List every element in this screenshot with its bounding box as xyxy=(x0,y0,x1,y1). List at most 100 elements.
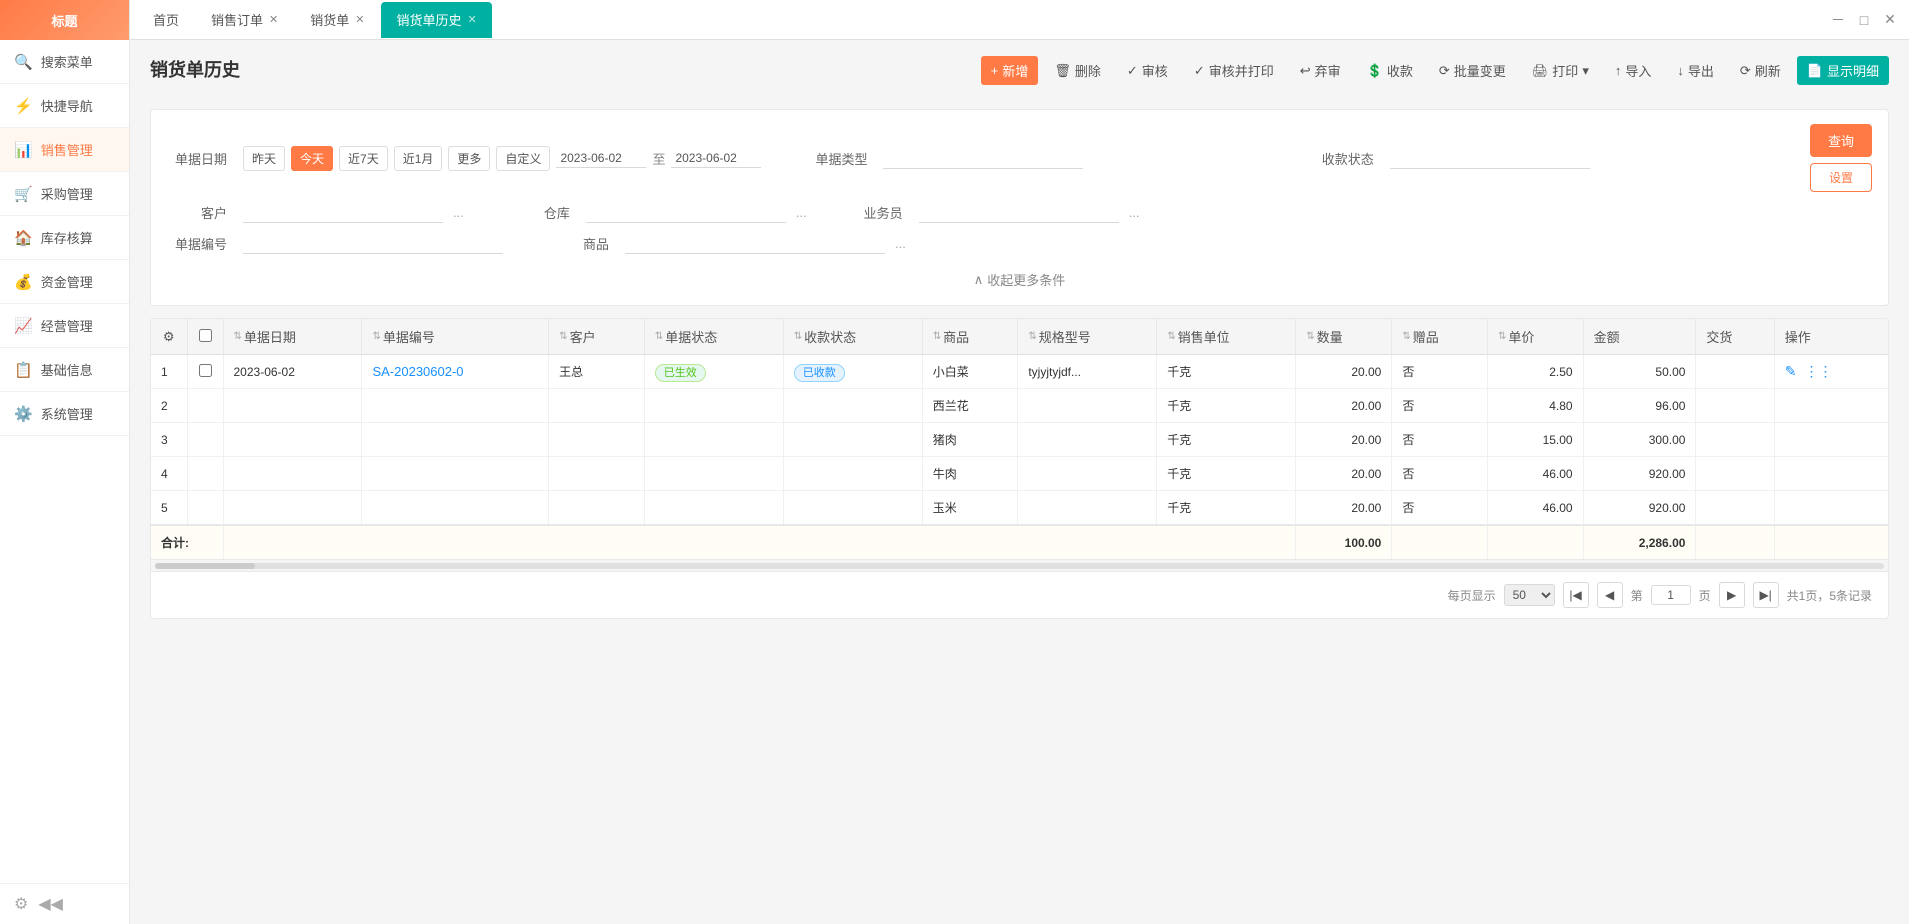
salesman-dots[interactable]: ... xyxy=(1129,205,1140,220)
tab-sales-order[interactable]: 销售订单 ✕ xyxy=(196,2,293,38)
checkbox-cell[interactable] xyxy=(187,491,223,526)
date-more-btn[interactable]: 更多 xyxy=(448,146,490,171)
collapse-icon[interactable]: ◀◀ xyxy=(38,894,63,914)
goods-input[interactable] xyxy=(625,233,885,254)
print-button[interactable]: 🖨 打印 ▾ xyxy=(1522,56,1599,85)
scrollbar-thumb[interactable] xyxy=(155,563,255,569)
trend-icon: 📈 xyxy=(14,317,33,335)
customer-cell xyxy=(549,457,645,491)
col-quantity[interactable]: ⇅ 数量 xyxy=(1296,319,1392,355)
sidebar-item-operation-mgmt[interactable]: 📈 经营管理 xyxy=(0,304,129,348)
sidebar-item-system-mgmt[interactable]: ⚙️ 系统管理 xyxy=(0,392,129,436)
tab-home[interactable]: 首页 xyxy=(138,2,194,38)
collect-button[interactable]: 💲 收款 xyxy=(1357,56,1423,85)
audit-print-button[interactable]: ✓ 审核并打印 xyxy=(1184,56,1284,85)
tab-sales-history[interactable]: 销货单历史 ✕ xyxy=(381,2,491,38)
filter-collapse-btn[interactable]: ∧ 收起更多条件 xyxy=(167,264,1872,291)
batch-change-button[interactable]: ⟳ 批量变更 xyxy=(1429,56,1516,85)
sort-icon: ⇅ xyxy=(1498,331,1506,342)
export-button[interactable]: ↓ 导出 xyxy=(1667,56,1724,85)
page-prev-btn[interactable]: ◀ xyxy=(1597,582,1623,608)
checkbox-cell[interactable] xyxy=(187,389,223,423)
more-icon[interactable]: ⋮⋮ xyxy=(1804,363,1832,380)
row-checkbox[interactable] xyxy=(199,364,212,377)
tab-close-btn[interactable]: ✕ xyxy=(1879,9,1901,31)
col-customer[interactable]: ⇅ 客户 xyxy=(549,319,645,355)
doc-type-control xyxy=(883,148,1277,169)
audit-button[interactable]: ✓ 审核 xyxy=(1117,56,1178,85)
date-1month-btn[interactable]: 近1月 xyxy=(394,146,443,171)
sidebar-item-sales-mgmt[interactable]: 📊 销售管理 xyxy=(0,128,129,172)
col-doc-num[interactable]: ⇅ 单据编号 xyxy=(362,319,549,355)
sale-unit-cell: 千克 xyxy=(1157,423,1296,457)
salesman-input[interactable] xyxy=(919,202,1119,223)
col-checkbox[interactable] xyxy=(187,319,223,355)
date-today-btn[interactable]: 今天 xyxy=(291,146,333,171)
date-yesterday-btn[interactable]: 昨天 xyxy=(243,146,285,171)
sidebar-item-quick-nav[interactable]: ⚡ 快捷导航 xyxy=(0,84,129,128)
set-button[interactable]: 设置 xyxy=(1810,163,1872,192)
sidebar-item-inventory-calc[interactable]: 🏠 库存核算 xyxy=(0,216,129,260)
doc-num-input[interactable] xyxy=(243,233,503,254)
doc-num-cell[interactable] xyxy=(362,423,549,457)
sidebar-item-search-menu[interactable]: 🔍 搜索菜单 xyxy=(0,40,129,84)
page-last-btn[interactable]: ▶| xyxy=(1753,582,1779,608)
warehouse-input[interactable] xyxy=(586,202,786,223)
checkbox-cell[interactable] xyxy=(187,423,223,457)
customer-input[interactable] xyxy=(243,202,443,223)
date-to-input[interactable] xyxy=(671,149,761,168)
col-doc-date[interactable]: ⇅ 单据日期 xyxy=(223,319,362,355)
sidebar-item-purchase-mgmt[interactable]: 🛒 采购管理 xyxy=(0,172,129,216)
col-sale-unit[interactable]: ⇅ 销售单位 xyxy=(1157,319,1296,355)
customer-dots[interactable]: ... xyxy=(453,205,464,220)
abandon-button[interactable]: ↩ 弃审 xyxy=(1290,56,1351,85)
date-from-input[interactable] xyxy=(556,149,646,168)
checkbox-cell[interactable] xyxy=(187,457,223,491)
checkbox-cell[interactable] xyxy=(187,355,223,389)
col-collect-status[interactable]: ⇅ 收款状态 xyxy=(783,319,922,355)
doc-num-link[interactable]: SA-20230602-0 xyxy=(372,364,463,379)
new-button[interactable]: + 新增 xyxy=(981,56,1039,85)
doc-num-cell[interactable]: SA-20230602-0 xyxy=(362,355,549,389)
sidebar-item-finance-mgmt[interactable]: 💰 资金管理 xyxy=(0,260,129,304)
query-button[interactable]: 查询 xyxy=(1810,124,1872,157)
collect-status-select[interactable] xyxy=(1390,148,1590,169)
sidebar-item-basic-info[interactable]: 📋 基础信息 xyxy=(0,348,129,392)
tab-close-sales-order[interactable]: ✕ xyxy=(269,13,278,26)
page-next-btn[interactable]: ▶ xyxy=(1719,582,1745,608)
col-spec-type[interactable]: ⇅ 规格型号 xyxy=(1018,319,1157,355)
doc-num-cell[interactable] xyxy=(362,491,549,526)
import-button[interactable]: ↑ 导入 xyxy=(1605,56,1662,85)
delete-button[interactable]: 🗑 删除 xyxy=(1044,56,1111,85)
doc-type-select[interactable] xyxy=(883,148,1083,169)
display-detail-button[interactable]: 📄 显示明细 xyxy=(1797,56,1889,85)
horizontal-scrollbar[interactable] xyxy=(151,559,1888,571)
goods-dots[interactable]: ... xyxy=(895,236,906,251)
select-all-checkbox[interactable] xyxy=(199,329,212,342)
settings-bottom-icon[interactable]: ⚙ xyxy=(14,894,28,914)
total-pages-text: 共1页，5条记录 xyxy=(1787,587,1872,604)
col-doc-status[interactable]: ⇅ 单据状态 xyxy=(644,319,783,355)
page-input[interactable] xyxy=(1651,585,1691,605)
col-goods[interactable]: ⇅ 商品 xyxy=(922,319,1018,355)
date-7days-btn[interactable]: 近7天 xyxy=(339,146,388,171)
unit-price-cell: 2.50 xyxy=(1487,355,1583,389)
tab-close-sales-delivery[interactable]: ✕ xyxy=(355,13,364,26)
table-settings-icon[interactable]: ⚙ xyxy=(163,329,175,344)
date-custom-btn[interactable]: 自定义 xyxy=(496,146,550,171)
tab-maximize-btn[interactable]: □ xyxy=(1853,9,1875,31)
col-gift[interactable]: ⇅ 赠品 xyxy=(1392,319,1488,355)
tab-minimize-btn[interactable]: － xyxy=(1827,9,1849,31)
edit-icon[interactable]: ✎ xyxy=(1785,363,1797,380)
col-settings[interactable]: ⚙ xyxy=(151,319,187,355)
goods-cell: 牛肉 xyxy=(922,457,1018,491)
tab-sales-delivery[interactable]: 销货单 ✕ xyxy=(295,2,379,38)
doc-num-cell[interactable] xyxy=(362,457,549,491)
page-first-btn[interactable]: |◀ xyxy=(1563,582,1589,608)
refresh-button[interactable]: ⟳ 刷新 xyxy=(1730,56,1791,85)
warehouse-dots[interactable]: ... xyxy=(796,205,807,220)
col-unit-price[interactable]: ⇅ 单价 xyxy=(1487,319,1583,355)
doc-num-cell[interactable] xyxy=(362,389,549,423)
per-page-select[interactable]: 50 20 100 xyxy=(1504,584,1555,606)
tab-close-sales-history[interactable]: ✕ xyxy=(468,13,477,26)
